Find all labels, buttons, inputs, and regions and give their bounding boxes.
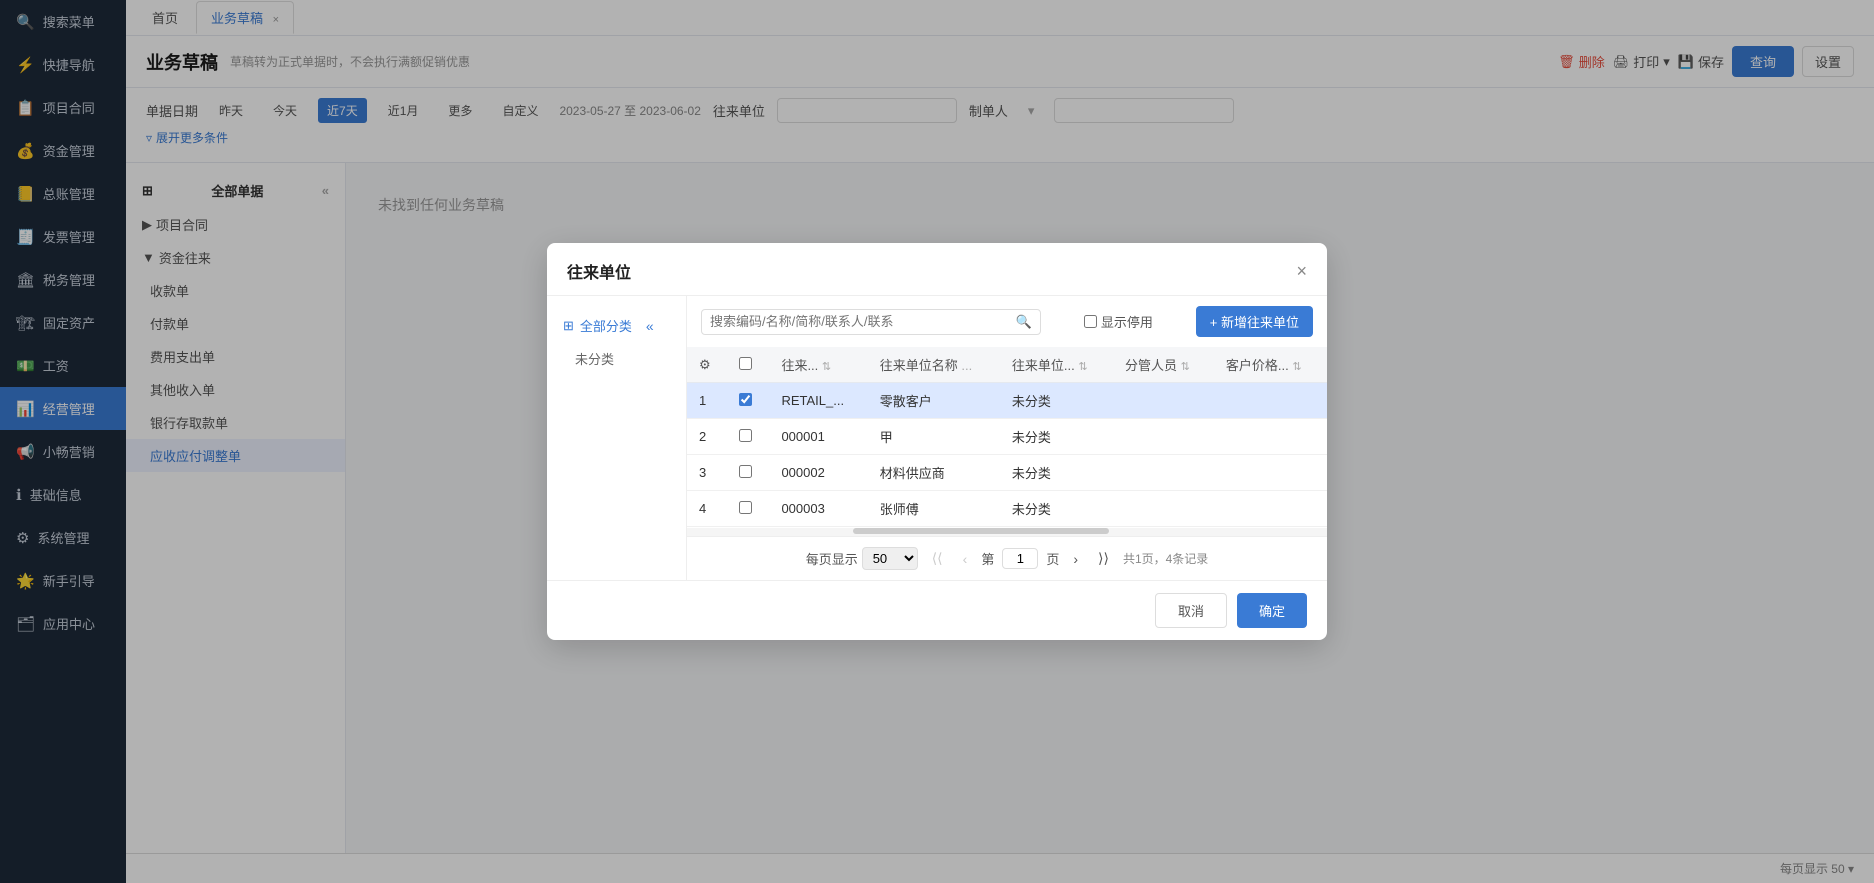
- row-code: RETAIL_...: [769, 383, 867, 419]
- row-select[interactable]: [739, 429, 752, 442]
- prev-page-btn[interactable]: ‹: [957, 549, 974, 569]
- show-disabled-checkbox[interactable]: 显示停用: [1084, 312, 1153, 331]
- row-manager: [1113, 455, 1214, 491]
- row-index: 1: [687, 383, 727, 419]
- dots-icon-name: ...: [961, 358, 972, 373]
- row-code: 000002: [769, 455, 867, 491]
- row-price: [1214, 491, 1327, 527]
- dialog-footer: 取消 确定: [547, 580, 1327, 640]
- category-collapse-btn[interactable]: «: [638, 318, 662, 334]
- col-code[interactable]: 往来... ⇅: [769, 347, 867, 383]
- dialog-body: ⊞ 全部分类 « 未分类 🔍 显示停用: [547, 296, 1327, 580]
- col-checkbox[interactable]: [727, 347, 769, 383]
- row-category: 未分类: [1000, 455, 1113, 491]
- row-checkbox[interactable]: [727, 383, 769, 419]
- scrollbar-thumb[interactable]: [853, 528, 1109, 534]
- row-name: 材料供应商: [868, 455, 1000, 491]
- table-row[interactable]: 2 000001 甲 未分类: [687, 419, 1327, 455]
- row-name: 零散客户: [868, 383, 1000, 419]
- row-index: 2: [687, 419, 727, 455]
- row-checkbox[interactable]: [727, 455, 769, 491]
- row-manager: [1113, 383, 1214, 419]
- row-category: 未分类: [1000, 419, 1113, 455]
- row-price: [1214, 455, 1327, 491]
- table-row[interactable]: 4 000003 张师傅 未分类: [687, 491, 1327, 527]
- row-checkbox[interactable]: [727, 491, 769, 527]
- sort-icon-mgr: ⇅: [1181, 361, 1190, 373]
- dialog-close-button[interactable]: ×: [1296, 261, 1307, 282]
- page-size-select[interactable]: 50 100: [862, 547, 918, 570]
- search-input[interactable]: [710, 314, 1010, 329]
- table-panel: 🔍 显示停用 + 新增往来单位 ⚙: [687, 296, 1327, 580]
- select-all-checkbox[interactable]: [739, 357, 752, 370]
- cancel-button[interactable]: 取消: [1155, 593, 1227, 628]
- add-unit-button[interactable]: + 新增往来单位: [1196, 306, 1313, 337]
- row-select[interactable]: [739, 501, 752, 514]
- row-select[interactable]: [739, 393, 752, 406]
- dialog: 往来单位 × ⊞ 全部分类 « 未分类 🔍: [547, 243, 1327, 640]
- row-name: 甲: [868, 419, 1000, 455]
- category-panel: ⊞ 全部分类 « 未分类: [547, 296, 687, 580]
- horizontal-scrollbar[interactable]: [687, 528, 1327, 536]
- next-page-btn[interactable]: ›: [1067, 549, 1084, 569]
- sort-icon-price: ⇅: [1292, 361, 1301, 373]
- row-checkbox[interactable]: [727, 419, 769, 455]
- table-row[interactable]: 1 RETAIL_... 零散客户 未分类: [687, 383, 1327, 419]
- col-name[interactable]: 往来单位名称 ...: [868, 347, 1000, 383]
- row-index: 4: [687, 491, 727, 527]
- row-select[interactable]: [739, 465, 752, 478]
- row-code: 000001: [769, 419, 867, 455]
- search-box[interactable]: 🔍: [701, 309, 1041, 335]
- confirm-button[interactable]: 确定: [1237, 593, 1307, 628]
- dialog-toolbar: 🔍 显示停用 + 新增往来单位: [687, 296, 1327, 347]
- row-code: 000003: [769, 491, 867, 527]
- dialog-title: 往来单位: [567, 259, 631, 283]
- row-price: [1214, 419, 1327, 455]
- category-uncategorized[interactable]: 未分类: [547, 343, 686, 374]
- page-total: 共1页，4条记录: [1123, 550, 1208, 567]
- col-price[interactable]: 客户价格... ⇅: [1214, 347, 1327, 383]
- row-index: 3: [687, 455, 727, 491]
- row-category: 未分类: [1000, 491, 1113, 527]
- sort-icon-code: ⇅: [822, 361, 831, 373]
- last-page-btn[interactable]: ⟩⟩: [1092, 548, 1115, 569]
- row-category: 未分类: [1000, 383, 1113, 419]
- sort-icon-cat: ⇅: [1078, 361, 1087, 373]
- table-row[interactable]: 3 000002 材料供应商 未分类: [687, 455, 1327, 491]
- page-number-input[interactable]: [1002, 548, 1038, 569]
- data-table: ⚙ 往来... ⇅ 往来单位名称 ...: [687, 347, 1327, 536]
- col-settings[interactable]: ⚙: [687, 347, 727, 383]
- dialog-header: 往来单位 ×: [547, 243, 1327, 296]
- category-grid-icon: ⊞: [563, 318, 574, 334]
- category-all[interactable]: ⊞ 全部分类 «: [547, 308, 686, 343]
- first-page-btn[interactable]: ⟨⟨: [926, 548, 949, 569]
- col-category[interactable]: 往来单位... ⇅: [1000, 347, 1113, 383]
- col-manager[interactable]: 分管人员 ⇅: [1113, 347, 1214, 383]
- page-size: 每页显示 50 100: [806, 547, 918, 570]
- row-manager: [1113, 491, 1214, 527]
- row-manager: [1113, 419, 1214, 455]
- show-disabled-input[interactable]: [1084, 315, 1097, 328]
- modal-overlay[interactable]: 往来单位 × ⊞ 全部分类 « 未分类 🔍: [0, 0, 1874, 883]
- pagination: 每页显示 50 100 ⟨⟨ ‹ 第 页 › ⟩⟩ 共1页，4条记录: [687, 536, 1327, 580]
- row-price: [1214, 383, 1327, 419]
- search-icon: 🔍: [1016, 314, 1032, 330]
- row-name: 张师傅: [868, 491, 1000, 527]
